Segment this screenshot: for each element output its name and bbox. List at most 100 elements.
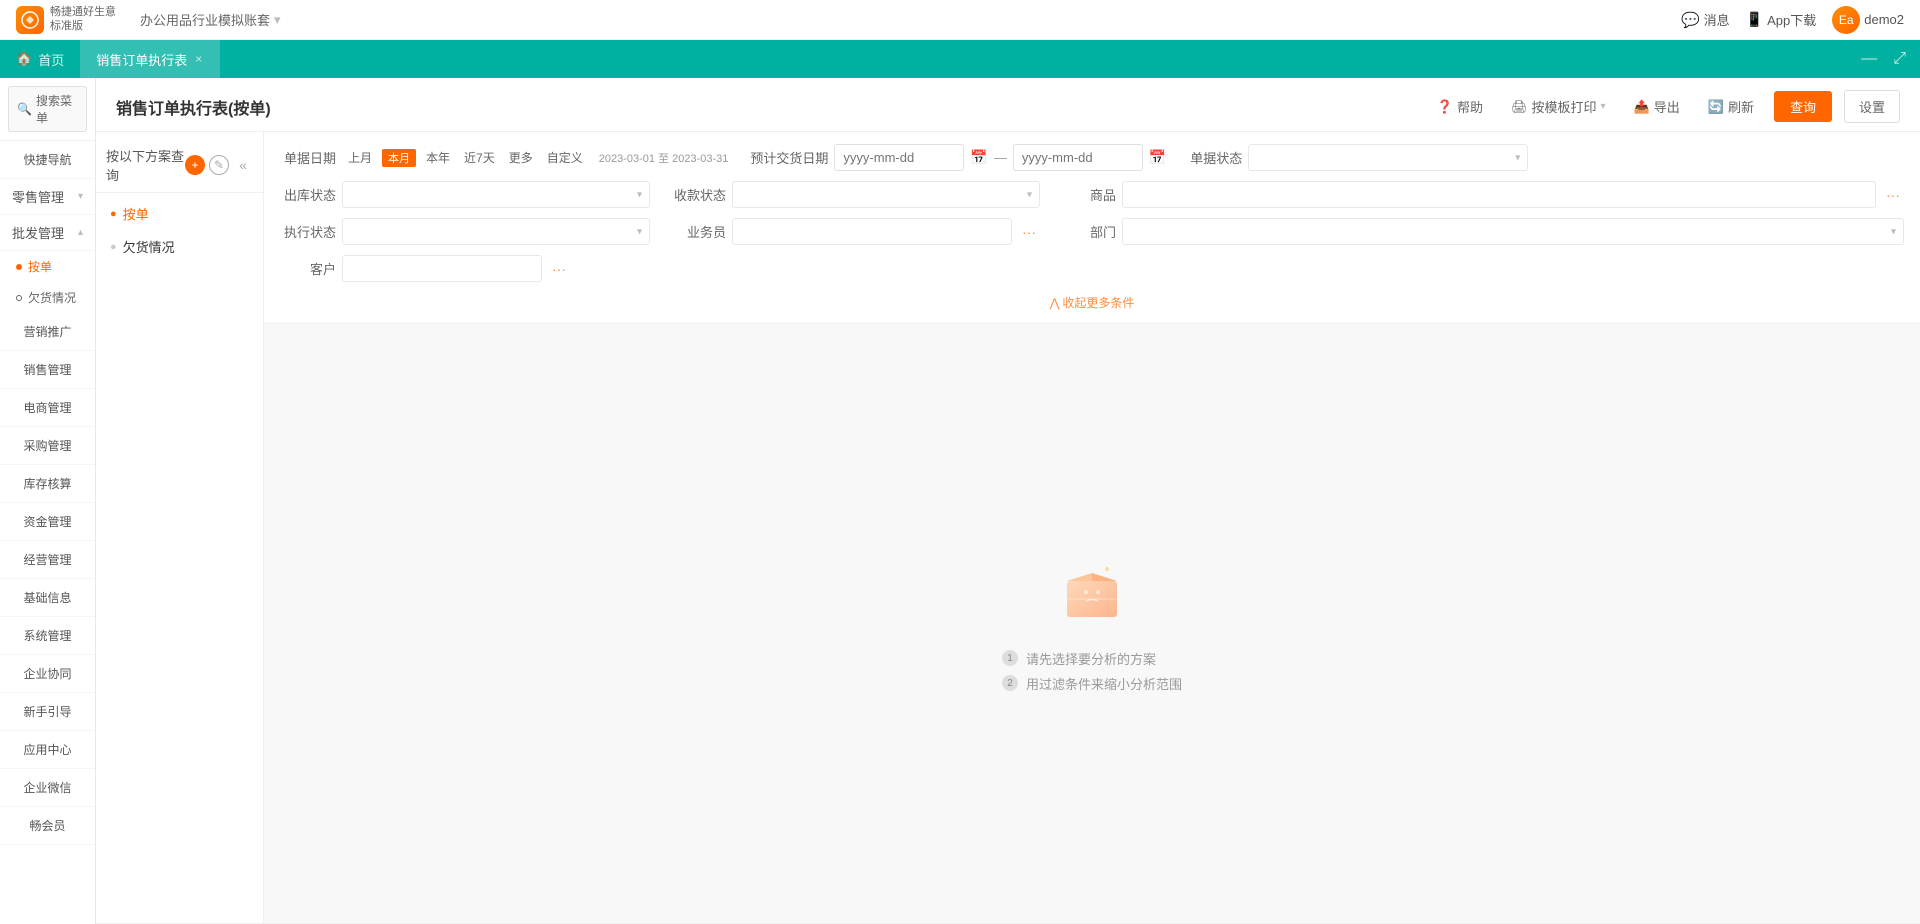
sidebar-item-retail[interactable]: 零售管理 ▾ bbox=[0, 179, 95, 215]
breadcrumb-text: 办公用品行业模拟账套 bbox=[140, 10, 270, 29]
logo-icon bbox=[16, 6, 44, 34]
settings-button[interactable]: 设置 bbox=[1844, 90, 1900, 123]
empty-illustration bbox=[1052, 549, 1132, 629]
top-header: 畅捷通好生意 标准版 办公用品行业模拟账套 ▾ 💬 消息 📱 App下载 Ea … bbox=[0, 0, 1920, 40]
more-tab[interactable]: 更多 bbox=[503, 147, 539, 168]
tab-minimize-button[interactable]: — bbox=[1855, 46, 1883, 72]
breadcrumb[interactable]: 办公用品行业模拟账套 ▾ bbox=[140, 10, 281, 29]
app-download-button[interactable]: 📱 App下载 bbox=[1746, 10, 1817, 29]
message-button[interactable]: 💬 消息 bbox=[1681, 10, 1730, 29]
filter-row-4: 客户 ··· bbox=[280, 255, 1904, 282]
tab-home[interactable]: 🏠 首页 bbox=[0, 40, 80, 78]
sidebar-item-marketing[interactable]: 营销推广 bbox=[0, 313, 95, 351]
page-actions: ❓ 帮助 🖨 按模板打印 ▾ 📤 导出 🔄 刷新 查询 设置 bbox=[1429, 90, 1900, 123]
salesman-more-icon[interactable]: ··· bbox=[1018, 224, 1040, 240]
breadcrumb-chevron-icon: ▾ bbox=[274, 12, 281, 28]
refresh-button[interactable]: 🔄 刷新 bbox=[1700, 93, 1762, 120]
print-icon: 🖨 bbox=[1511, 99, 1528, 115]
scheme-item-欠货情况[interactable]: ● 欠货情况 bbox=[96, 230, 263, 263]
last7days-tab[interactable]: 近7天 bbox=[458, 147, 501, 168]
search-button[interactable]: 查询 bbox=[1774, 91, 1832, 122]
this-month-badge[interactable]: 本月 bbox=[382, 149, 416, 167]
bill-status-filter: 单据状态 ▾ bbox=[1186, 144, 1904, 171]
export-button[interactable]: 📤 导出 bbox=[1626, 93, 1688, 120]
collapse-more-button[interactable]: ⋀ 收起更多条件 bbox=[1050, 294, 1135, 311]
scheme-edit-button[interactable]: ✎ bbox=[209, 155, 229, 175]
last-month-tab[interactable]: 上月 bbox=[342, 147, 378, 168]
custom-tab[interactable]: 自定义 bbox=[541, 147, 589, 168]
print-button[interactable]: 🖨 按模板打印 ▾ bbox=[1503, 93, 1614, 120]
empty-tip-2: 2 用过滤条件来缩小分析范围 bbox=[1002, 674, 1182, 693]
print-chevron-icon: ▾ bbox=[1601, 101, 1606, 112]
collection-status-select[interactable] bbox=[732, 181, 1040, 208]
download-icon: 📱 bbox=[1746, 11, 1763, 28]
sidebar-item-finance[interactable]: 资金管理 bbox=[0, 503, 95, 541]
empty-tip-1: 1 请先选择要分析的方案 bbox=[1002, 649, 1182, 668]
sidebar-item-member[interactable]: 畅会员 bbox=[0, 807, 95, 845]
sidebar-item-wechat[interactable]: 企业微信 bbox=[0, 769, 95, 807]
message-icon: 💬 bbox=[1681, 11, 1700, 29]
sidebar-item-sales[interactable]: 销售管理 bbox=[0, 351, 95, 389]
product-more-icon[interactable]: ··· bbox=[1882, 187, 1904, 203]
help-button[interactable]: ❓ 帮助 bbox=[1429, 93, 1491, 120]
scheme-add-button[interactable]: + bbox=[185, 155, 205, 175]
customer-more-icon[interactable]: ··· bbox=[548, 261, 570, 277]
sidebar-item-purchase[interactable]: 采购管理 bbox=[0, 427, 95, 465]
department-select[interactable] bbox=[1122, 218, 1904, 245]
page-title: 销售订单执行表(按单) bbox=[116, 95, 271, 119]
sidebar-item-ecommerce[interactable]: 电商管理 bbox=[0, 389, 95, 427]
sidebar-item-inventory[interactable]: 库存核算 bbox=[0, 465, 95, 503]
sidebar-item-wholesale[interactable]: 批发管理 ▴ bbox=[0, 215, 95, 251]
collapse-more-container: ⋀ 收起更多条件 bbox=[280, 288, 1904, 311]
logo-text: 畅捷通好生意 标准版 bbox=[50, 6, 116, 32]
calendar-start-icon[interactable]: 📅 bbox=[970, 149, 987, 166]
bill-status-select[interactable] bbox=[1248, 144, 1528, 171]
execution-status-select[interactable] bbox=[342, 218, 650, 245]
header-left: 畅捷通好生意 标准版 办公用品行业模拟账套 ▾ bbox=[16, 6, 281, 34]
execution-status-filter: 执行状态 bbox=[280, 218, 650, 245]
sidebar-sub-item-按单[interactable]: 按单 bbox=[0, 251, 95, 282]
sidebar-item-basic[interactable]: 基础信息 bbox=[0, 579, 95, 617]
sidebar-item-operation[interactable]: 经营管理 bbox=[0, 541, 95, 579]
main-layout: 🔍 搜索菜单 快捷导航 零售管理 ▾ 批发管理 ▴ 按单 欠货情况 营销推广 销… bbox=[0, 78, 1920, 924]
scheme-active-icon: ● bbox=[110, 208, 117, 220]
expected-date-start-input[interactable] bbox=[834, 144, 964, 171]
this-year-tab[interactable]: 本年 bbox=[420, 147, 456, 168]
delivery-status-select[interactable] bbox=[342, 181, 650, 208]
tab-maximize-button[interactable]: ⤢ bbox=[1887, 46, 1912, 72]
content-area: 销售订单执行表(按单) ❓ 帮助 🖨 按模板打印 ▾ 📤 导出 🔄 刷新 bbox=[96, 78, 1920, 924]
empty-state: 1 请先选择要分析的方案 2 用过滤条件来缩小分析范围 bbox=[264, 324, 1920, 923]
delivery-status-filter: 出库状态 bbox=[280, 181, 650, 208]
dot-icon bbox=[16, 295, 22, 301]
sidebar-item-app-center[interactable]: 应用中心 bbox=[0, 731, 95, 769]
panels-row: 按以下方案查询 + ✎ « ● 按单 ● 欠货情况 bbox=[96, 132, 1920, 924]
calendar-end-icon[interactable]: 📅 bbox=[1149, 149, 1166, 166]
scheme-collapse-button[interactable]: « bbox=[233, 155, 253, 175]
customer-input[interactable] bbox=[342, 255, 542, 282]
sidebar-item-quick-nav[interactable]: 快捷导航 bbox=[0, 141, 95, 179]
tab-sales-order[interactable]: 销售订单执行表 × bbox=[80, 40, 220, 78]
product-input[interactable] bbox=[1122, 181, 1876, 208]
bill-date-filter: 单据日期 上月 本月 本年 近7天 更多 自定义 2023-03-01 至 20… bbox=[280, 147, 728, 168]
expected-date-end-input[interactable] bbox=[1013, 144, 1143, 171]
sidebar-item-newbie[interactable]: 新手引导 bbox=[0, 693, 95, 731]
tab-close-icon[interactable]: × bbox=[193, 50, 204, 68]
sidebar-item-system[interactable]: 系统管理 bbox=[0, 617, 95, 655]
scheme-header: 按以下方案查询 + ✎ « bbox=[96, 142, 263, 193]
nav-tabs: 🏠 首页 销售订单执行表 × — ⤢ bbox=[0, 40, 1920, 78]
active-dot-icon bbox=[16, 264, 22, 270]
sidebar-search-button[interactable]: 🔍 搜索菜单 bbox=[8, 86, 87, 132]
filter-row-3: 执行状态 业务员 ··· bbox=[280, 218, 1904, 245]
scheme-panel: 按以下方案查询 + ✎ « ● 按单 ● 欠货情况 bbox=[96, 132, 264, 923]
sidebar-sub-item-欠货情况[interactable]: 欠货情况 bbox=[0, 282, 95, 313]
nav-tabs-right: — ⤢ bbox=[1855, 40, 1920, 78]
scheme-item-按单[interactable]: ● 按单 bbox=[96, 197, 263, 230]
filter-row-2: 出库状态 收款状态 bbox=[280, 181, 1904, 208]
sidebar-item-enterprise[interactable]: 企业协同 bbox=[0, 655, 95, 693]
chevron-up-icon: ▴ bbox=[78, 227, 83, 238]
salesman-filter: 业务员 ··· bbox=[670, 218, 1040, 245]
sidebar: 🔍 搜索菜单 快捷导航 零售管理 ▾ 批发管理 ▴ 按单 欠货情况 营销推广 销… bbox=[0, 78, 96, 924]
salesman-input[interactable] bbox=[732, 218, 1012, 245]
filter-container: 单据日期 上月 本月 本年 近7天 更多 自定义 2023-03-01 至 20… bbox=[264, 132, 1920, 324]
user-profile-button[interactable]: Ea demo2 bbox=[1832, 6, 1904, 34]
